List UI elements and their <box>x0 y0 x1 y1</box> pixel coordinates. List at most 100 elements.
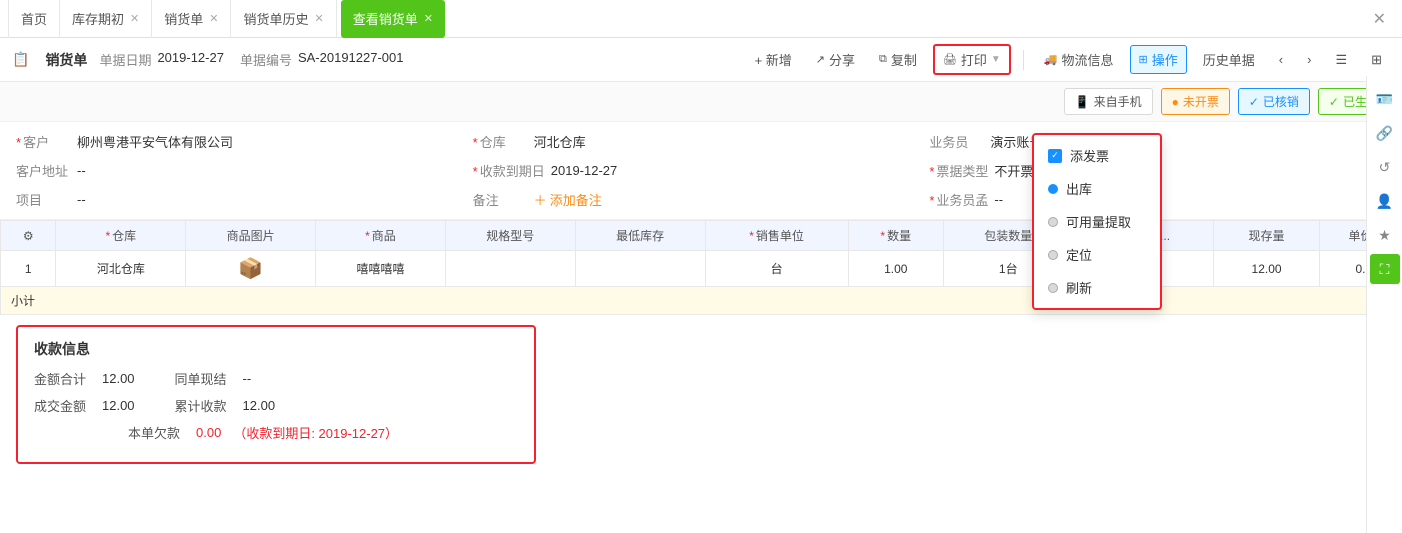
warehouse-label: 仓库 <box>473 132 528 151</box>
sidebar-link-icon[interactable]: 🔗 <box>1370 118 1400 148</box>
current-owed-value: 0.00 <box>196 425 221 440</box>
col-min-stock: 最低库存 <box>575 221 705 251</box>
row-unit: 台 <box>705 251 848 287</box>
prev-record-button[interactable]: ‹ <box>1271 48 1291 71</box>
due-date-value: 2019-12-27 <box>551 163 618 178</box>
available-qty-radio <box>1048 217 1058 227</box>
refresh-radio <box>1048 283 1058 293</box>
refresh-item[interactable]: 刷新 <box>1034 271 1160 304</box>
form-row-1: 客户 柳州粤港平安气体有限公司 仓库 河北仓库 业务员 演示账号 <box>16 132 1386 151</box>
product-image: 📦 <box>238 258 263 280</box>
dot-orange: ● <box>1172 95 1179 109</box>
row-warehouse: 河北仓库 <box>56 251 186 287</box>
outbound-item[interactable]: 出库 <box>1034 172 1160 205</box>
number-label: 单据编号 <box>240 50 292 69</box>
customer-field: 客户 柳州粤港平安气体有限公司 <box>16 132 473 151</box>
collection-title: 收款信息 <box>34 339 518 359</box>
col-settings[interactable]: ⚙ <box>1 221 56 251</box>
same-order-label: 同单现结 <box>175 369 235 388</box>
doc-type: 销货单 <box>45 50 87 70</box>
col-product: 商品 <box>316 221 446 251</box>
add-invoice-item[interactable]: ✓ 添发票 <box>1034 139 1160 172</box>
doc-meta: 单据日期 2019-12-27 单据编号 SA-20191227-001 <box>99 50 403 69</box>
col-qty: 数量 <box>848 221 943 251</box>
current-owed-field: 本单欠款 0.00 （收款到期日: 2019-12-27） <box>128 423 398 442</box>
due-date-field: 收款到期日 2019-12-27 <box>473 161 930 180</box>
history-button[interactable]: 历史单据 <box>1195 46 1263 73</box>
location-radio <box>1048 250 1058 260</box>
right-sidebar: 🪪 🔗 ↺ 👤 ★ ⛶ <box>1366 76 1402 533</box>
staff-label: 业务员 <box>929 132 984 151</box>
project-field: 项目 -- <box>16 190 473 209</box>
collection-row-2: 成交金额 12.00 累计收款 12.00 <box>34 396 518 415</box>
col-current-stock: 现存量 <box>1214 221 1320 251</box>
print-button[interactable]: 🖨 打印 ▼ <box>933 44 1011 75</box>
tab-sales-order[interactable]: 销货单 ✕ <box>152 0 231 38</box>
confirm-button[interactable]: ✓ 已核销 <box>1238 88 1310 115</box>
status-row: 📱 来自手机 ● 未开票 ✓ 已核销 ✓ 已生效 <box>0 82 1402 122</box>
row-qty: 1.00 <box>848 251 943 287</box>
same-order-field: 同单现结 -- <box>175 369 252 388</box>
transaction-amount-value: 12.00 <box>102 398 135 413</box>
operations-button[interactable]: ⊞ 操作 <box>1130 45 1187 74</box>
current-owed-label: 本单欠款 <box>128 423 188 442</box>
address-value: -- <box>77 163 86 178</box>
row-product-img: 📦 <box>186 251 316 287</box>
add-note-button[interactable]: ＋ 添加备注 <box>534 190 602 209</box>
available-qty-item[interactable]: 可用量提取 <box>1034 205 1160 238</box>
transaction-amount-field: 成交金额 12.00 <box>34 396 135 415</box>
accumulated-value: 12.00 <box>243 398 276 413</box>
not-opened-button[interactable]: ● 未开票 <box>1161 88 1230 115</box>
sidebar-refresh-icon[interactable]: ↺ <box>1370 152 1400 182</box>
window-close-button[interactable]: ✕ <box>1365 9 1394 29</box>
sidebar-user-icon[interactable]: 👤 <box>1370 186 1400 216</box>
project-value: -- <box>77 192 86 207</box>
add-invoice-label: 添发票 <box>1070 146 1109 165</box>
transaction-amount-label: 成交金额 <box>34 396 94 415</box>
col-warehouse: 仓库 <box>56 221 186 251</box>
copy-button[interactable]: ⧉ 复制 <box>871 46 925 73</box>
logistics-button[interactable]: 🚚 物流信息 <box>1036 46 1122 73</box>
close-sales-history-tab[interactable]: ✕ <box>315 12 324 25</box>
new-button[interactable]: + 新增 <box>747 46 800 73</box>
accumulated-label: 累计收款 <box>175 396 235 415</box>
add-invoice-checkbox: ✓ <box>1048 149 1062 163</box>
form-section: 客户 柳州粤港平安气体有限公司 仓库 河北仓库 业务员 演示账号 客户地址 -- <box>0 122 1402 220</box>
from-phone-button[interactable]: 📱 来自手机 <box>1064 88 1153 115</box>
col-product-img: 商品图片 <box>186 221 316 251</box>
close-inventory-init-tab[interactable]: ✕ <box>130 12 139 25</box>
share-button[interactable]: ↗ 分享 <box>808 46 863 73</box>
row-product: 嘻嘻嘻嘻 <box>316 251 446 287</box>
ticket-type-label: 票据类型 <box>929 161 988 180</box>
date-label: 单据日期 <box>99 50 151 69</box>
tab-inventory-init[interactable]: 库存期初 ✕ <box>60 0 152 38</box>
sidebar-expand-icon[interactable]: ⛶ <box>1370 254 1400 284</box>
tab-view-sales[interactable]: 查看销货单 ✕ <box>341 0 445 38</box>
check-icon: ✓ <box>1249 95 1259 109</box>
address-label: 客户地址 <box>16 161 71 180</box>
grid-view-button[interactable]: ☰ <box>1327 48 1355 72</box>
available-qty-label: 可用量提取 <box>1066 212 1131 231</box>
subtotal-row: 小计 <box>1 287 1402 315</box>
toolbar-separator-1 <box>1023 50 1024 70</box>
number-value: SA-20191227-001 <box>298 50 404 69</box>
customer-value: 柳州粤港平安气体有限公司 <box>77 132 233 151</box>
customer-label: 客户 <box>16 132 71 151</box>
total-amount-label: 金额合计 <box>34 369 94 388</box>
sidebar-star-icon[interactable]: ★ <box>1370 220 1400 250</box>
col-unit: 销售单位 <box>705 221 848 251</box>
location-item[interactable]: 定位 <box>1034 238 1160 271</box>
next-record-button[interactable]: › <box>1299 48 1319 71</box>
card-view-button[interactable]: ⊞ <box>1363 48 1390 72</box>
toolbar: + 新增 ↗ 分享 ⧉ 复制 🖨 打印 ▼ 🚚 物流信 <box>747 44 1390 75</box>
note-field: 备注 ＋ 添加备注 <box>473 190 930 209</box>
close-sales-order-tab[interactable]: ✕ <box>209 12 218 25</box>
sidebar-card-icon[interactable]: 🪪 <box>1370 84 1400 114</box>
form-row-2: 客户地址 -- 收款到期日 2019-12-27 票据类型 不开票 <box>16 161 1386 180</box>
collection-section: 收款信息 金额合计 12.00 同单现结 -- 成交金额 12.00 累计收款 <box>16 325 536 464</box>
project-label: 项目 <box>16 190 71 209</box>
staff2-value: -- <box>994 192 1003 207</box>
close-view-sales-tab[interactable]: ✕ <box>424 12 433 25</box>
tab-home[interactable]: 首页 <box>8 0 60 38</box>
tab-sales-history[interactable]: 销货单历史 ✕ <box>231 0 336 38</box>
